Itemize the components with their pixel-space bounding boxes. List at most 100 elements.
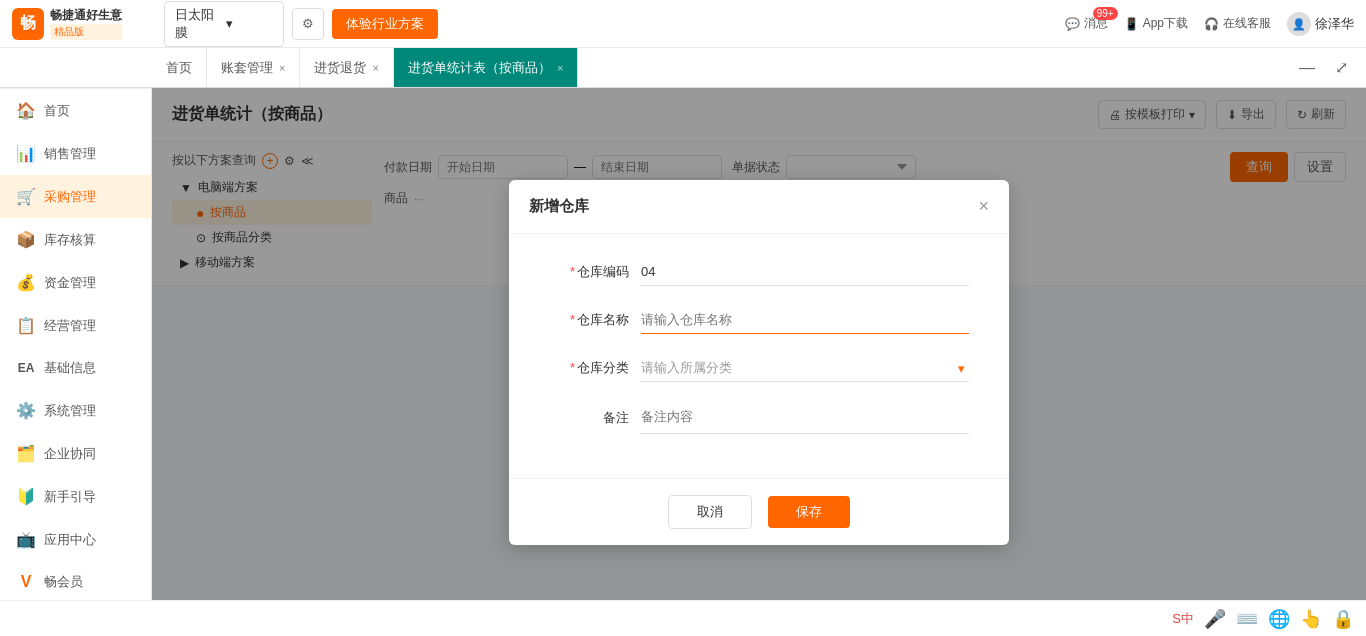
operation-icon: 📋 bbox=[16, 316, 36, 335]
tab-purchase-return[interactable]: 进货退货 × bbox=[300, 48, 393, 87]
online-service-label: 在线客服 bbox=[1223, 15, 1271, 32]
app-download-item[interactable]: 📱 App下载 bbox=[1124, 15, 1188, 32]
sidebar-label-finance: 资金管理 bbox=[44, 274, 96, 292]
tab-actions: — ⤢ bbox=[1293, 48, 1366, 87]
name-label: 仓库名称 bbox=[549, 311, 629, 329]
guide-icon: 🔰 bbox=[16, 487, 36, 506]
sidebar-item-operation[interactable]: 📋 经营管理 bbox=[0, 304, 151, 347]
message-badge: 99+ bbox=[1093, 7, 1118, 20]
sidebar-label-membership: 畅会员 bbox=[44, 573, 83, 591]
sidebar-item-finance[interactable]: 💰 资金管理 bbox=[0, 261, 151, 304]
message-icon: 💬 bbox=[1065, 17, 1080, 31]
sidebar-label-app-center: 应用中心 bbox=[44, 531, 96, 549]
store-selector[interactable]: 日太阳膜 ▾ bbox=[164, 1, 284, 47]
sidebar-label-sales: 销售管理 bbox=[44, 145, 96, 163]
sidebar-item-app-center[interactable]: 📺 应用中心 bbox=[0, 518, 151, 561]
top-header: 畅 畅捷通好生意 精品版 日太阳膜 ▾ ⚙ 体验行业方案 💬 消息 99+ 📱 … bbox=[0, 0, 1366, 48]
microphone-icon[interactable]: 🎤 bbox=[1204, 608, 1226, 630]
content-area: 进货单统计（按商品） 🖨 按模板打印 ▾ ⬇ 导出 ↻ 刷新 bbox=[152, 88, 1366, 636]
code-label: 仓库编码 bbox=[549, 263, 629, 281]
inventory-icon: 📦 bbox=[16, 230, 36, 249]
tab-home-label: 首页 bbox=[166, 59, 192, 77]
cancel-button[interactable]: 取消 bbox=[668, 495, 752, 529]
form-row-code: 仓库编码 bbox=[549, 258, 969, 286]
enterprise-icon: 🗂️ bbox=[16, 444, 36, 463]
headset-icon: 🎧 bbox=[1204, 17, 1219, 31]
header-right: 💬 消息 99+ 📱 App下载 🎧 在线客服 👤 徐泽华 bbox=[1065, 12, 1354, 36]
sales-icon: 📊 bbox=[16, 144, 36, 163]
message-item[interactable]: 💬 消息 99+ bbox=[1065, 15, 1108, 32]
logo-area: 畅 畅捷通好生意 精品版 bbox=[12, 7, 164, 40]
home-icon: 🏠 bbox=[16, 101, 36, 120]
sidebar-item-guide[interactable]: 🔰 新手引导 bbox=[0, 475, 151, 518]
save-button[interactable]: 保存 bbox=[768, 496, 850, 528]
system-icon: ⚙️ bbox=[16, 401, 36, 420]
membership-icon: V bbox=[16, 573, 36, 591]
chevron-down-icon: ▾ bbox=[226, 16, 273, 31]
logo-title: 畅捷通好生意 bbox=[50, 7, 122, 24]
tab-account-label: 账套管理 bbox=[221, 59, 273, 77]
tab-purchase-stats[interactable]: 进货单统计表（按商品） × bbox=[394, 48, 578, 87]
tab-purchase-stats-close[interactable]: × bbox=[557, 62, 563, 74]
form-row-category: 仓库分类 请输入所属分类 ▾ bbox=[549, 354, 969, 382]
sidebar-label-inventory: 库存核算 bbox=[44, 231, 96, 249]
sidebar-item-sales[interactable]: 📊 销售管理 bbox=[0, 132, 151, 175]
modal-overlay: 新增仓库 × 仓库编码 仓库名称 仓库分类 bbox=[152, 88, 1366, 636]
user-avatar: 👤 bbox=[1287, 12, 1311, 36]
gear-button[interactable]: ⚙ bbox=[292, 8, 324, 40]
keyboard-icon[interactable]: ⌨️ bbox=[1236, 608, 1258, 630]
sidebar-item-purchase[interactable]: 🛒 采购管理 bbox=[0, 175, 151, 218]
bottom-bar: S中 🎤 ⌨️ 🌐 👆 🔒 bbox=[0, 600, 1366, 636]
tab-expand-button[interactable]: ⤢ bbox=[1329, 56, 1354, 79]
form-row-name: 仓库名称 bbox=[549, 306, 969, 334]
sidebar-item-basic-info[interactable]: EA 基础信息 bbox=[0, 347, 151, 389]
sidebar-item-enterprise[interactable]: 🗂️ 企业协同 bbox=[0, 432, 151, 475]
modal-close-button[interactable]: × bbox=[978, 196, 989, 217]
logo-text-block: 畅捷通好生意 精品版 bbox=[50, 7, 122, 40]
store-name: 日太阳膜 bbox=[175, 6, 222, 42]
sidebar-label-guide: 新手引导 bbox=[44, 488, 96, 506]
logo-icon: 畅 bbox=[12, 8, 44, 40]
sidebar-label-system: 系统管理 bbox=[44, 402, 96, 420]
new-warehouse-modal: 新增仓库 × 仓库编码 仓库名称 仓库分类 bbox=[509, 180, 1009, 545]
finance-icon: 💰 bbox=[16, 273, 36, 292]
sidebar: 🏠 首页 📊 销售管理 🛒 采购管理 📦 库存核算 💰 资金管理 📋 经营管理 … bbox=[0, 88, 152, 636]
ime-label: S中 bbox=[1172, 610, 1194, 628]
remark-label: 备注 bbox=[549, 409, 629, 427]
tab-minimize-button[interactable]: — bbox=[1293, 57, 1321, 79]
tab-account-close[interactable]: × bbox=[279, 62, 285, 74]
modal-title: 新增仓库 bbox=[529, 197, 978, 216]
sidebar-label-enterprise: 企业协同 bbox=[44, 445, 96, 463]
tab-purchase-return-label: 进货退货 bbox=[314, 59, 366, 77]
sidebar-item-system[interactable]: ⚙️ 系统管理 bbox=[0, 389, 151, 432]
remark-input[interactable] bbox=[641, 402, 969, 434]
sidebar-item-home[interactable]: 🏠 首页 bbox=[0, 89, 151, 132]
category-select[interactable]: 请输入所属分类 bbox=[641, 354, 969, 382]
tab-home[interactable]: 首页 bbox=[152, 48, 207, 87]
category-select-wrap: 请输入所属分类 ▾ bbox=[641, 354, 969, 382]
app-download-label: App下载 bbox=[1143, 15, 1188, 32]
experience-button[interactable]: 体验行业方案 bbox=[332, 9, 438, 39]
code-input[interactable] bbox=[641, 258, 969, 286]
user-item[interactable]: 👤 徐泽华 bbox=[1287, 12, 1354, 36]
logo-badge: 精品版 bbox=[50, 24, 122, 40]
sidebar-item-inventory[interactable]: 📦 库存核算 bbox=[0, 218, 151, 261]
header-center: ⚙ 体验行业方案 bbox=[292, 8, 438, 40]
purchase-icon: 🛒 bbox=[16, 187, 36, 206]
main-layout: 🏠 首页 📊 销售管理 🛒 采购管理 📦 库存核算 💰 资金管理 📋 经营管理 … bbox=[0, 88, 1366, 636]
language-icon[interactable]: 🌐 bbox=[1268, 608, 1290, 630]
app-center-icon: 📺 bbox=[16, 530, 36, 549]
name-input[interactable] bbox=[641, 306, 969, 334]
form-row-remark: 备注 bbox=[549, 402, 969, 434]
username-label: 徐泽华 bbox=[1315, 15, 1354, 33]
tab-purchase-return-close[interactable]: × bbox=[372, 62, 378, 74]
sidebar-label-purchase: 采购管理 bbox=[44, 188, 96, 206]
lock-icon[interactable]: 🔒 bbox=[1332, 608, 1354, 630]
sidebar-item-membership[interactable]: V 畅会员 bbox=[0, 561, 151, 603]
touch-icon[interactable]: 👆 bbox=[1300, 608, 1322, 630]
tab-purchase-stats-label: 进货单统计表（按商品） bbox=[408, 59, 551, 77]
online-service-item[interactable]: 🎧 在线客服 bbox=[1204, 15, 1271, 32]
tab-account[interactable]: 账套管理 × bbox=[207, 48, 300, 87]
mobile-icon: 📱 bbox=[1124, 17, 1139, 31]
tab-bar: 首页 账套管理 × 进货退货 × 进货单统计表（按商品） × — ⤢ bbox=[0, 48, 1366, 88]
